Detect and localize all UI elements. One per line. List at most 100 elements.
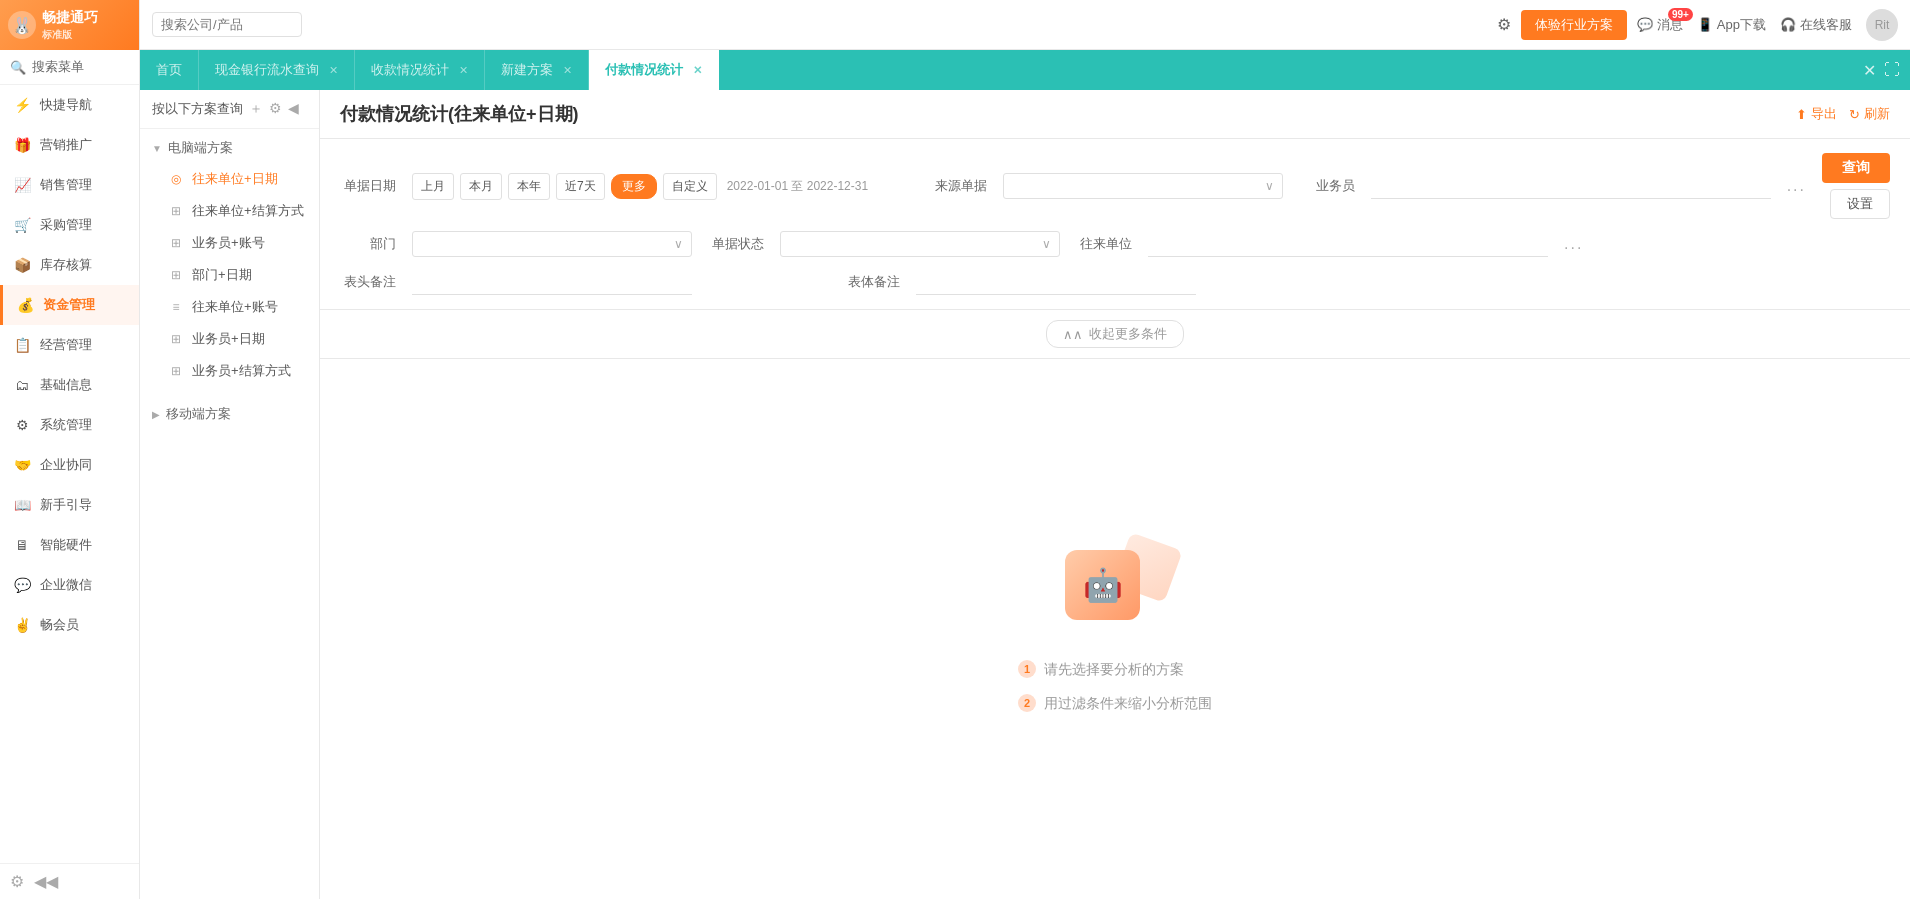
topbar-breadcrumb bbox=[152, 12, 1487, 37]
topbar-settings-icon[interactable]: ⚙ bbox=[1497, 15, 1511, 34]
scheme-item-salesman-account[interactable]: ⊞ 业务员+账号 bbox=[140, 227, 319, 259]
messages-item[interactable]: 💬 消息 99+ bbox=[1637, 16, 1683, 34]
collapse-chevron-icon: ∧∧ bbox=[1063, 327, 1083, 342]
sidebar-item-enterprise[interactable]: 🤝 企业协同 bbox=[0, 445, 139, 485]
unit-dots[interactable]: ... bbox=[1564, 235, 1583, 253]
date-btn-more[interactable]: 更多 bbox=[611, 174, 657, 199]
online-service-item[interactable]: 🎧 在线客服 bbox=[1780, 16, 1852, 34]
tab-cash-flow[interactable]: 现金银行流水查询 ✕ bbox=[199, 50, 355, 90]
date-btn-7days[interactable]: 近7天 bbox=[556, 173, 605, 200]
pc-scheme-group-title[interactable]: ▼ 电脑端方案 bbox=[140, 133, 319, 163]
pc-scheme-group: ▼ 电脑端方案 ◎ 往来单位+日期 ⊞ 往来单位+结算方式 ⊞ 业务员+账号 ⊞ bbox=[140, 129, 319, 391]
page-header: 付款情况统计(往来单位+日期) ⬆ 导出 ↻ 刷新 bbox=[320, 90, 1910, 139]
mobile-scheme-group-title[interactable]: ▶ 移动端方案 bbox=[140, 399, 319, 429]
sidebar-item-system[interactable]: ⚙ 系统管理 bbox=[0, 405, 139, 445]
date-btn-last-month[interactable]: 上月 bbox=[412, 173, 454, 200]
tab-new-scheme-close[interactable]: ✕ bbox=[563, 64, 572, 77]
close-all-tabs-btn[interactable]: ✕ bbox=[1863, 61, 1876, 80]
manage-scheme-btn[interactable]: ⚙ bbox=[269, 100, 282, 118]
quick-nav-icon: ⚡ bbox=[12, 95, 32, 115]
date-btn-this-year[interactable]: 本年 bbox=[508, 173, 550, 200]
sidebar-item-sales[interactable]: 📈 销售管理 bbox=[0, 165, 139, 205]
doc-status-chevron-icon: ∨ bbox=[1042, 237, 1051, 251]
scheme-unit-date-icon: ◎ bbox=[168, 171, 184, 187]
scheme-item-salesman-date[interactable]: ⊞ 业务员+日期 bbox=[140, 323, 319, 355]
app-download-item[interactable]: 📱 App下载 bbox=[1697, 16, 1766, 34]
scheme-item-unit-date[interactable]: ◎ 往来单位+日期 bbox=[140, 163, 319, 195]
scheme-unit-account-icon: ≡ bbox=[168, 299, 184, 315]
sidebar-item-finance[interactable]: 💰 资金管理 bbox=[0, 285, 139, 325]
collapse-conditions-button[interactable]: ∧∧ 收起更多条件 bbox=[1046, 320, 1184, 348]
hardware-icon: 🖥 bbox=[12, 535, 32, 555]
tab-payment-stats[interactable]: 付款情况统计 ✕ bbox=[589, 50, 719, 90]
sidebar-nav: ⚡ 快捷导航 🎁 营销推广 📈 销售管理 🛒 采购管理 📦 库存核算 💰 资金管… bbox=[0, 85, 139, 863]
system-icon: ⚙ bbox=[12, 415, 32, 435]
tab-cash-flow-close[interactable]: ✕ bbox=[329, 64, 338, 77]
salesman-dots[interactable]: ... bbox=[1787, 177, 1806, 195]
tab-receivable-close[interactable]: ✕ bbox=[459, 64, 468, 77]
unit-input[interactable] bbox=[1148, 231, 1548, 257]
query-button[interactable]: 查询 bbox=[1822, 153, 1890, 183]
scheme-salesman-settle-icon: ⊞ bbox=[168, 363, 184, 379]
scheme-item-label: 业务员+结算方式 bbox=[192, 362, 291, 380]
scheme-item-salesman-settle[interactable]: ⊞ 业务员+结算方式 bbox=[140, 355, 319, 387]
scheme-item-unit-account[interactable]: ≡ 往来单位+账号 bbox=[140, 291, 319, 323]
unit-filter-label: 往来单位 bbox=[1076, 235, 1132, 253]
header-note-input[interactable] bbox=[412, 269, 692, 295]
sidebar-item-basic-info[interactable]: 🗂 基础信息 bbox=[0, 365, 139, 405]
inventory-icon: 📦 bbox=[12, 255, 32, 275]
scheme-item-dept-date[interactable]: ⊞ 部门+日期 bbox=[140, 259, 319, 291]
industry-scheme-button[interactable]: 体验行业方案 bbox=[1521, 10, 1627, 40]
sidebar-item-label: 销售管理 bbox=[40, 176, 92, 194]
refresh-button[interactable]: ↻ 刷新 bbox=[1849, 105, 1890, 123]
tab-receivable[interactable]: 收款情况统计 ✕ bbox=[355, 50, 485, 90]
export-button[interactable]: ⬆ 导出 bbox=[1796, 105, 1837, 123]
topbar-icons: 💬 消息 99+ 📱 App下载 🎧 在线客服 Rit bbox=[1637, 9, 1898, 41]
filter-row-2: 部门 ∨ 单据状态 ∨ 往来单位 ... bbox=[340, 231, 1890, 257]
footer-settings-btn[interactable]: ⚙ bbox=[10, 872, 24, 891]
sidebar-item-operations[interactable]: 📋 经营管理 bbox=[0, 325, 139, 365]
scheme-salesman-date-icon: ⊞ bbox=[168, 331, 184, 347]
sidebar-item-wechat[interactable]: 💬 企业微信 bbox=[0, 565, 139, 605]
body-note-input[interactable] bbox=[916, 269, 1196, 295]
date-btn-custom[interactable]: 自定义 bbox=[663, 173, 717, 200]
source-select[interactable]: ∨ bbox=[1003, 173, 1283, 199]
purchase-icon: 🛒 bbox=[12, 215, 32, 235]
scheme-panel-icons: ＋ ⚙ ◀ bbox=[249, 100, 299, 118]
scheme-item-label: 部门+日期 bbox=[192, 266, 252, 284]
doc-status-select[interactable]: ∨ bbox=[780, 231, 1060, 257]
collapse-scheme-panel-btn[interactable]: ◀ bbox=[288, 100, 299, 118]
filter-settings-button[interactable]: 设置 bbox=[1830, 189, 1890, 219]
tab-new-scheme[interactable]: 新建方案 ✕ bbox=[485, 50, 589, 90]
search-company-input[interactable] bbox=[152, 12, 302, 37]
mobile-icon: 📱 bbox=[1697, 17, 1713, 32]
sidebar-item-quick-nav[interactable]: ⚡ 快捷导航 bbox=[0, 85, 139, 125]
footer-collapse-btn[interactable]: ◀◀ bbox=[34, 872, 58, 891]
topbar: ⚙ 体验行业方案 💬 消息 99+ 📱 App下载 🎧 在线客服 Rit bbox=[140, 0, 1910, 50]
fullscreen-btn[interactable]: ⛶ bbox=[1884, 61, 1900, 79]
tab-home[interactable]: 首页 bbox=[140, 50, 199, 90]
sidebar-item-guide[interactable]: 📖 新手引导 bbox=[0, 485, 139, 525]
marketing-icon: 🎁 bbox=[12, 135, 32, 155]
scheme-panel: 按以下方案查询 ＋ ⚙ ◀ ▼ 电脑端方案 ◎ 往来单位+日期 ⊞ bbox=[140, 90, 320, 899]
sidebar-footer: ⚙ ◀◀ bbox=[0, 863, 139, 899]
scheme-item-label: 往来单位+结算方式 bbox=[192, 202, 304, 220]
add-scheme-btn[interactable]: ＋ bbox=[249, 100, 263, 118]
sidebar-item-inventory[interactable]: 📦 库存核算 bbox=[0, 245, 139, 285]
sidebar-item-marketing[interactable]: 🎁 营销推广 bbox=[0, 125, 139, 165]
online-service-label: 在线客服 bbox=[1800, 16, 1852, 34]
salesman-input[interactable] bbox=[1371, 173, 1771, 199]
date-btn-this-month[interactable]: 本月 bbox=[460, 173, 502, 200]
sidebar-item-member[interactable]: ✌ 畅会员 bbox=[0, 605, 139, 645]
dept-chevron-icon: ∨ bbox=[674, 237, 683, 251]
tab-cash-flow-label: 现金银行流水查询 bbox=[215, 61, 319, 79]
member-icon: ✌ bbox=[12, 615, 32, 635]
tab-payment-stats-close[interactable]: ✕ bbox=[693, 64, 702, 77]
dept-select[interactable]: ∨ bbox=[412, 231, 692, 257]
sidebar-item-hardware[interactable]: 🖥 智能硬件 bbox=[0, 525, 139, 565]
user-avatar[interactable]: Rit bbox=[1866, 9, 1898, 41]
sidebar-item-purchase[interactable]: 🛒 采购管理 bbox=[0, 205, 139, 245]
refresh-label: 刷新 bbox=[1864, 105, 1890, 123]
scheme-item-unit-settle[interactable]: ⊞ 往来单位+结算方式 bbox=[140, 195, 319, 227]
sidebar-search-item[interactable]: 🔍 搜索菜单 bbox=[0, 50, 139, 85]
